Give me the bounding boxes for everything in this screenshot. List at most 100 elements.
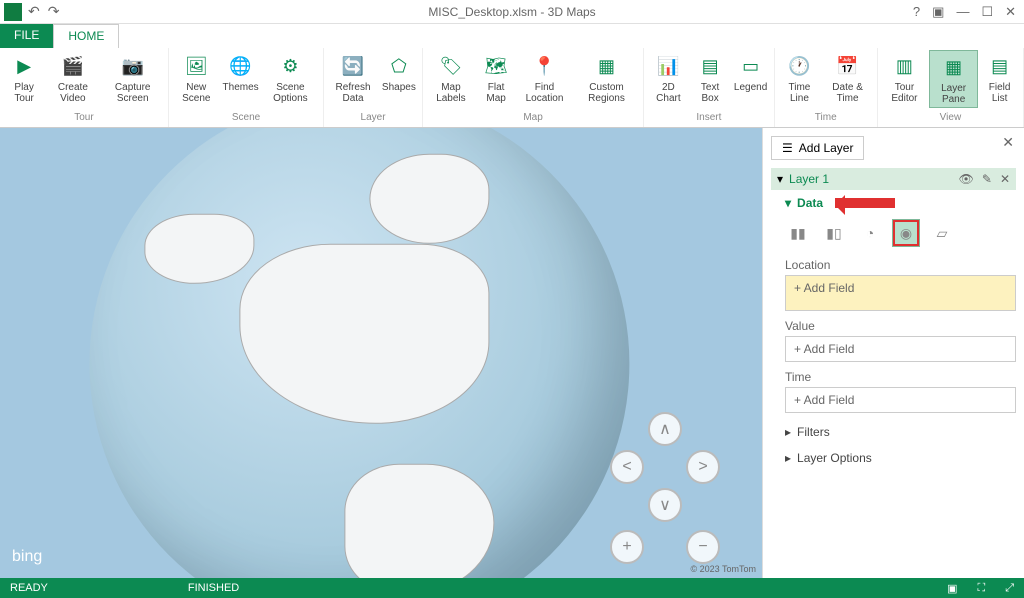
ribbon-item[interactable]: 🔄Refresh Data bbox=[328, 50, 378, 106]
filters-section[interactable]: ▸ Filters bbox=[785, 425, 1016, 439]
ribbon-item[interactable]: 📷Capture Screen bbox=[102, 50, 164, 106]
ribbon-item[interactable]: 📅Date & Time bbox=[822, 50, 873, 106]
ribbon-label: Tour Editor bbox=[886, 82, 923, 104]
time-field-box[interactable]: + Add Field bbox=[785, 387, 1016, 413]
ribbon-item[interactable]: 📍Find Location bbox=[517, 50, 572, 106]
add-layer-button[interactable]: ☰ Add Layer bbox=[771, 136, 864, 160]
status-finished: FINISHED bbox=[188, 582, 239, 594]
layer-pane: ✕ ☰ Add Layer ▾ Layer 1 👁 ✎ ✕ ▾ Data ▮▮ … bbox=[762, 128, 1024, 578]
maximize-icon[interactable]: ☐ bbox=[981, 4, 993, 20]
ribbon: ▶Play Tour🎬Create Video📷Capture ScreenTo… bbox=[0, 48, 1024, 128]
ribbon-item[interactable]: ▤Field List bbox=[980, 50, 1019, 106]
status-bar: READY FINISHED ▣ ⛶ ⤢ bbox=[0, 578, 1024, 598]
ribbon-item[interactable]: 🎬Create Video bbox=[46, 50, 99, 106]
zoom-in-button[interactable]: + bbox=[610, 530, 644, 564]
collapse-icon[interactable]: ▾ bbox=[785, 196, 791, 210]
ribbon-tabs: FILE HOME bbox=[0, 24, 1024, 48]
rename-icon[interactable]: ✎ bbox=[982, 172, 992, 186]
ribbon-label: Map Labels bbox=[431, 82, 471, 104]
ribbon-label: Layer Pane bbox=[934, 83, 973, 105]
layer-header[interactable]: ▾ Layer 1 👁 ✎ ✕ bbox=[771, 168, 1016, 190]
undo-icon[interactable]: ↶ bbox=[28, 3, 40, 20]
ribbon-item[interactable]: 🗺Flat Map bbox=[477, 50, 515, 106]
ribbon-icon: 🗺 bbox=[482, 52, 510, 80]
tab-file[interactable]: FILE bbox=[0, 24, 53, 48]
visualization-type-row: ▮▮ ▮▯ ◔ ◉ ▱ bbox=[785, 220, 1016, 246]
data-section-header[interactable]: ▾ Data bbox=[785, 196, 1016, 210]
stacked-column-icon[interactable]: ▮▮ bbox=[785, 220, 811, 246]
annotation-arrow bbox=[835, 198, 895, 208]
status-icon[interactable]: ⛶ bbox=[977, 582, 985, 595]
heatmap-icon[interactable]: ◉ bbox=[893, 220, 919, 246]
ribbon-item[interactable]: 🖼New Scene bbox=[173, 50, 220, 106]
redo-icon[interactable]: ↷ bbox=[48, 3, 60, 20]
zoom-out-button[interactable]: − bbox=[686, 530, 720, 564]
ribbon-label: Date & Time bbox=[826, 82, 869, 104]
ribbon-icon: 📍 bbox=[531, 52, 559, 80]
status-ready: READY bbox=[10, 582, 48, 594]
ribbon-icon: ▥ bbox=[890, 52, 918, 80]
ribbon-icon: ⬠ bbox=[385, 52, 413, 80]
ribbon-item[interactable]: ⚙Scene Options bbox=[262, 50, 320, 106]
time-label: Time bbox=[785, 370, 1016, 384]
ribbon-group-name: Insert bbox=[648, 110, 769, 125]
map-canvas[interactable]: bing © 2023 TomTom ∧ < > ∨ + − bbox=[0, 128, 762, 578]
ribbon-icon: 🎬 bbox=[59, 52, 87, 80]
nav-up-button[interactable]: ∧ bbox=[648, 412, 682, 446]
ribbon-icon: 📊 bbox=[654, 52, 682, 80]
ribbon-item[interactable]: ▶Play Tour bbox=[4, 50, 44, 106]
ribbon-label: Refresh Data bbox=[332, 82, 374, 104]
ribbon-item[interactable]: ⬠Shapes bbox=[380, 50, 418, 95]
ribbon-icon: ▭ bbox=[737, 52, 765, 80]
layer-options-section[interactable]: ▸ Layer Options bbox=[785, 451, 1016, 465]
value-field-box[interactable]: + Add Field bbox=[785, 336, 1016, 362]
status-icon[interactable]: ▣ bbox=[947, 582, 957, 595]
expand-icon: ▸ bbox=[785, 425, 791, 439]
ribbon-label: Legend bbox=[734, 82, 767, 93]
status-icon[interactable]: ⤢ bbox=[1005, 582, 1014, 595]
ribbon-icon: ▶ bbox=[10, 52, 38, 80]
expand-icon: ▸ bbox=[785, 451, 791, 465]
visibility-icon[interactable]: 👁 bbox=[959, 172, 974, 186]
ribbon-item[interactable]: ▦Custom Regions bbox=[574, 50, 639, 106]
ribbon-label: Capture Screen bbox=[106, 82, 160, 104]
close-icon[interactable]: ✕ bbox=[1005, 4, 1016, 20]
ribbon-label: Text Box bbox=[695, 82, 726, 104]
help-icon[interactable]: ? bbox=[913, 4, 920, 20]
ribbon-item[interactable]: 📊2D Chart bbox=[648, 50, 688, 106]
layers-icon: ☰ bbox=[782, 141, 793, 155]
nav-left-button[interactable]: < bbox=[610, 450, 644, 484]
collapse-icon[interactable]: ▾ bbox=[777, 172, 783, 186]
ribbon-item[interactable]: ▭ Legend bbox=[732, 50, 770, 95]
ribbon-group-name: Tour bbox=[4, 110, 164, 125]
clustered-column-icon[interactable]: ▮▯ bbox=[821, 220, 847, 246]
ribbon-item[interactable]: ▤Text Box bbox=[691, 50, 730, 106]
ribbon-icon: ▤ bbox=[696, 52, 724, 80]
ribbon-item[interactable]: ▥Tour Editor bbox=[882, 50, 927, 106]
bubble-icon[interactable]: ◔ bbox=[857, 220, 883, 246]
ribbon-item[interactable]: ▦Layer Pane bbox=[929, 50, 978, 108]
ribbon-icon: 🏷 bbox=[437, 52, 465, 80]
location-label: Location bbox=[785, 258, 1016, 272]
ribbon-item[interactable]: 🏷Map Labels bbox=[427, 50, 475, 106]
ribbon-item[interactable]: 🕐Time Line bbox=[779, 50, 821, 106]
ribbon-label: Field List bbox=[984, 82, 1015, 104]
ribbon-icon: 🌐 bbox=[227, 52, 255, 80]
region-icon[interactable]: ▱ bbox=[929, 220, 955, 246]
delete-layer-icon[interactable]: ✕ bbox=[1000, 172, 1010, 186]
ribbon-icon: 🔄 bbox=[339, 52, 367, 80]
nav-right-button[interactable]: > bbox=[686, 450, 720, 484]
ribbon-group-name: Map bbox=[427, 110, 639, 125]
ribbon-options-icon[interactable]: ▣ bbox=[932, 4, 944, 20]
excel-icon bbox=[4, 3, 22, 21]
ribbon-icon: 📷 bbox=[119, 52, 147, 80]
ribbon-icon: 🖼 bbox=[182, 52, 210, 80]
close-panel-icon[interactable]: ✕ bbox=[1002, 134, 1014, 151]
nav-down-button[interactable]: ∨ bbox=[648, 488, 682, 522]
tab-home[interactable]: HOME bbox=[53, 24, 119, 48]
ribbon-label: Play Tour bbox=[8, 82, 40, 104]
ribbon-icon: ▦ bbox=[593, 52, 621, 80]
location-field-box[interactable]: + Add Field bbox=[785, 275, 1016, 311]
ribbon-item[interactable]: 🌐Themes bbox=[222, 50, 260, 95]
minimize-icon[interactable]: — bbox=[956, 4, 969, 20]
